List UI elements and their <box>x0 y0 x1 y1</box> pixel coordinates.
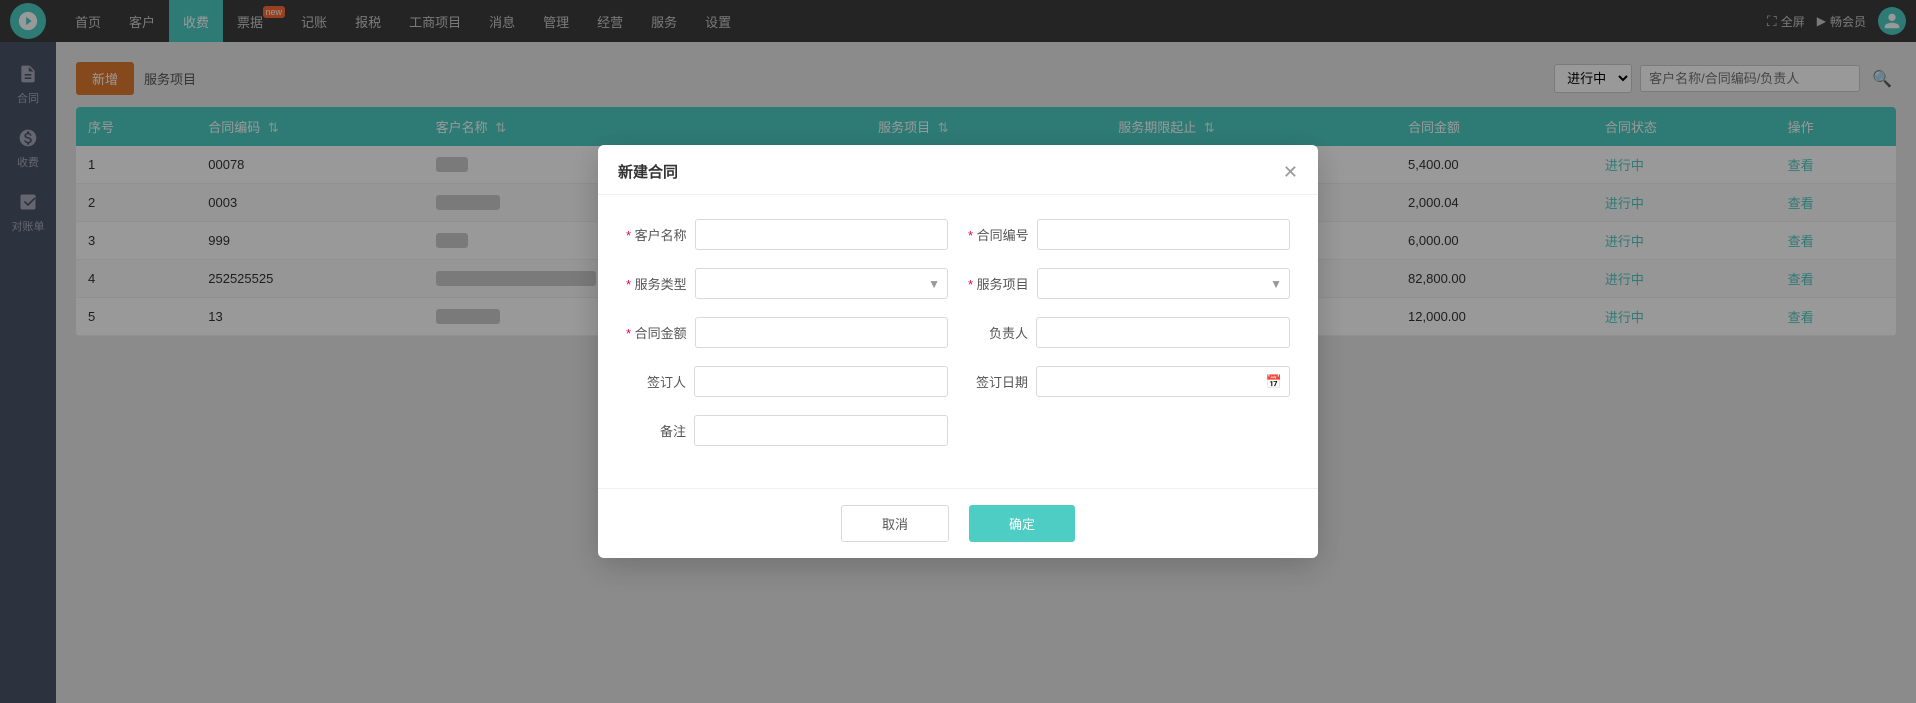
service-type-group: 服务类型 ▼ <box>626 268 948 299</box>
signer-input[interactable] <box>694 366 948 397</box>
assignee-input[interactable] <box>1036 317 1290 348</box>
form-row-5: 备注 <box>626 415 1290 446</box>
contract-no-group: 合同编号 <box>968 219 1290 250</box>
form-row-4: 签订人 签订日期 2023-06-06 📅 <box>626 366 1290 397</box>
signer-group: 签订人 <box>626 366 948 397</box>
service-type-label: 服务类型 <box>626 274 687 293</box>
customer-name-label: 客户名称 <box>626 225 687 244</box>
sign-date-label: 签订日期 <box>968 372 1028 391</box>
cancel-button[interactable]: 取消 <box>841 505 949 542</box>
sign-date-group: 签订日期 2023-06-06 📅 <box>968 366 1290 397</box>
form-row-2: 服务类型 ▼ 服务项目 ▼ <box>626 268 1290 299</box>
modal-body: 客户名称 合同编号 服务类型 ▼ 服务项目 <box>598 195 1318 488</box>
contract-amount-group: 合同金额 0.00 <box>626 317 948 348</box>
modal-overlay[interactable]: 新建合同 ✕ 客户名称 合同编号 服务类型 <box>0 0 1916 703</box>
modal-close-button[interactable]: ✕ <box>1283 163 1298 181</box>
contract-no-label: 合同编号 <box>968 225 1029 244</box>
form-row-3: 合同金额 0.00 负责人 <box>626 317 1290 348</box>
remark-input[interactable] <box>694 415 948 446</box>
service-type-select-wrap: ▼ <box>695 268 948 299</box>
service-item-label: 服务项目 <box>968 274 1029 293</box>
modal-title: 新建合同 <box>618 161 678 182</box>
assignee-label: 负责人 <box>968 323 1028 342</box>
new-contract-modal: 新建合同 ✕ 客户名称 合同编号 服务类型 <box>598 145 1318 558</box>
customer-name-input[interactable] <box>695 219 948 250</box>
contract-amount-input[interactable]: 0.00 <box>695 317 948 348</box>
service-item-group: 服务项目 ▼ <box>968 268 1290 299</box>
modal-footer: 取消 确定 <box>598 488 1318 558</box>
contract-no-input[interactable] <box>1037 219 1290 250</box>
contract-amount-label: 合同金额 <box>626 323 687 342</box>
form-row-1: 客户名称 合同编号 <box>626 219 1290 250</box>
signer-label: 签订人 <box>626 372 686 391</box>
service-type-select[interactable] <box>695 268 948 299</box>
remark-group: 备注 <box>626 415 948 446</box>
confirm-button[interactable]: 确定 <box>969 505 1075 542</box>
assignee-group: 负责人 <box>968 317 1290 348</box>
service-item-select[interactable] <box>1037 268 1290 299</box>
modal-header: 新建合同 ✕ <box>598 145 1318 195</box>
sign-date-input[interactable]: 2023-06-06 <box>1036 366 1290 397</box>
remark-label: 备注 <box>626 421 686 440</box>
sign-date-wrap: 2023-06-06 📅 <box>1036 366 1290 397</box>
customer-name-group: 客户名称 <box>626 219 948 250</box>
service-item-select-wrap: ▼ <box>1037 268 1290 299</box>
